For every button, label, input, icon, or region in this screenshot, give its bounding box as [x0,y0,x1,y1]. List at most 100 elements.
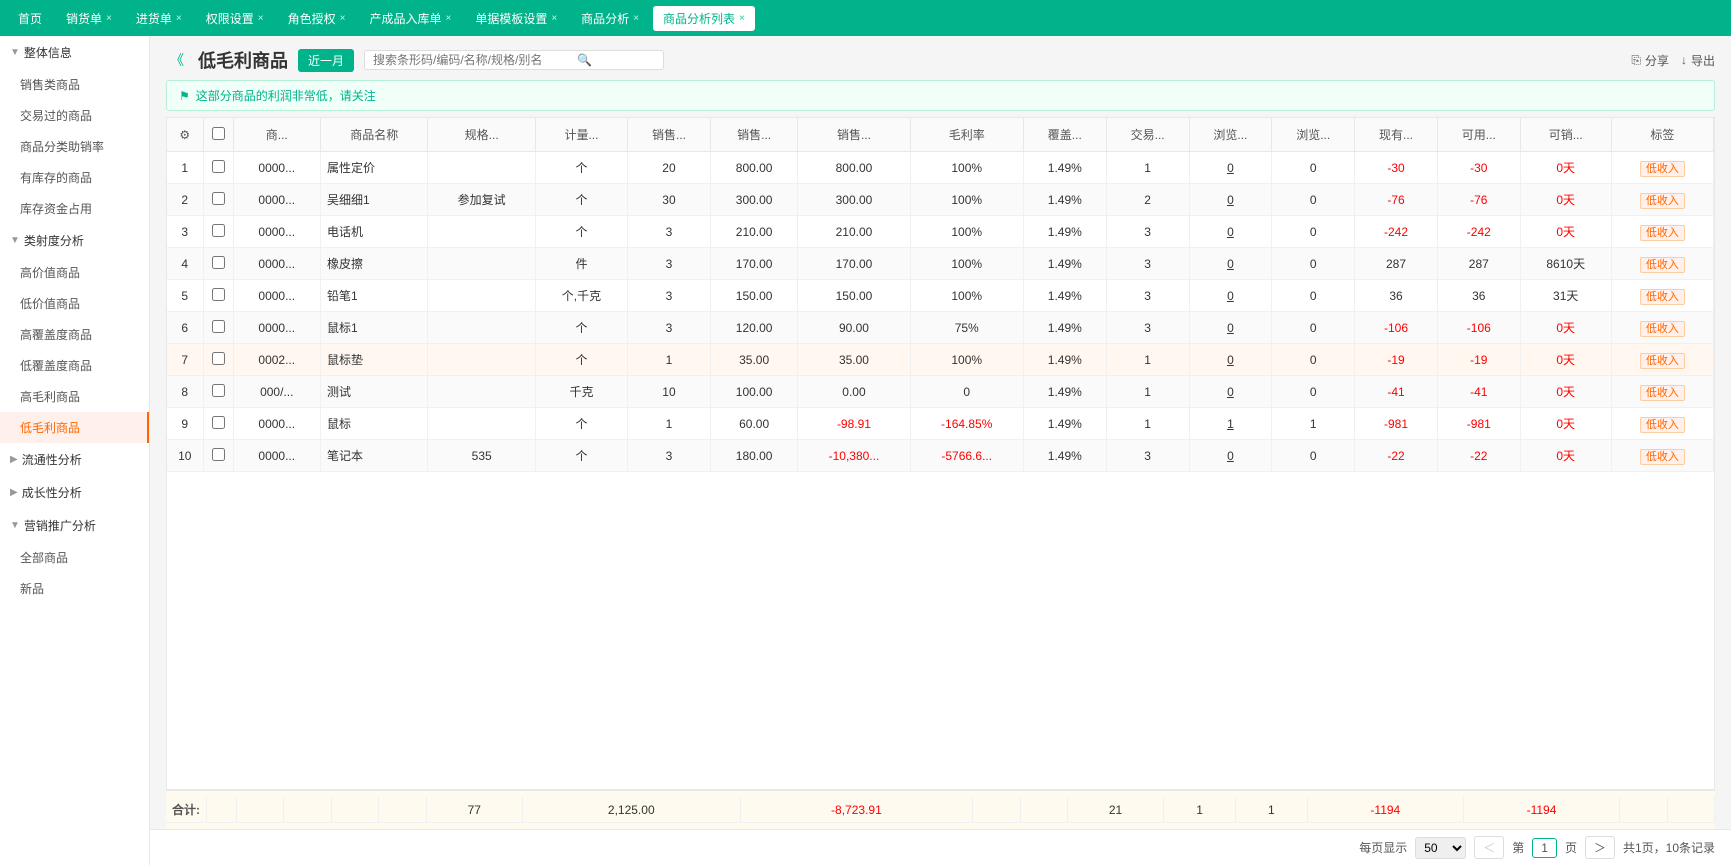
row-view1[interactable]: 0 [1189,312,1272,344]
row-view1[interactable]: 0 [1189,184,1272,216]
row-checkbox[interactable] [203,440,233,472]
nav-roles[interactable]: 角色授权 × [278,6,356,31]
row-gross-rate: 100% [910,184,1023,216]
filter-recent-month-button[interactable]: 近一月 [298,49,354,72]
sidebar-item-stock-capital[interactable]: 库存资金占用 [0,193,149,224]
col-avail: 可用... [1437,118,1520,152]
total-view2: 1 [1235,797,1307,823]
row-checkbox[interactable] [203,184,233,216]
sidebar-item-category-rate[interactable]: 商品分类助销率 [0,131,149,162]
data-table-container[interactable]: ⚙ 商... 商品名称 规格... 计量... 销售... 销售... 销售..… [166,117,1715,790]
row-view1[interactable]: 0 [1189,248,1272,280]
sidebar-item-new-products[interactable]: 新品 [0,573,149,604]
row-unit: 个 [535,184,627,216]
nav-product-analysis-list[interactable]: 商品分析列表 × [653,6,755,31]
search-input[interactable] [373,53,573,67]
select-all-checkbox[interactable] [212,127,225,140]
row-select-checkbox[interactable] [212,224,225,237]
sidebar-item-in-stock[interactable]: 有库存的商品 [0,162,149,193]
close-icon[interactable]: × [633,13,639,24]
row-view1[interactable]: 0 [1189,376,1272,408]
export-button[interactable]: ↓ 导出 [1681,52,1715,69]
row-sale-amt: 170.00 [710,248,798,280]
close-icon[interactable]: × [258,13,264,24]
row-select-checkbox[interactable] [212,256,225,269]
page-number-label: 第 [1512,839,1524,856]
row-view1[interactable]: 0 [1189,344,1272,376]
row-avail: 287 [1437,248,1520,280]
row-checkbox[interactable] [203,248,233,280]
nav-product-analysis[interactable]: 商品分析 × [571,6,649,31]
row-margin: 1.49% [1023,376,1106,408]
nav-product-entry[interactable]: 产成品入库单 × [359,6,461,31]
sidebar-item-traded-products[interactable]: 交易过的商品 [0,100,149,131]
col-saleable: 可销... [1520,118,1611,152]
row-checkbox[interactable] [203,216,233,248]
nav-permissions[interactable]: 权限设置 × [196,6,274,31]
row-view1[interactable]: 0 [1189,152,1272,184]
sidebar-group-overall[interactable]: ▼ 整体信息 [0,36,149,69]
next-page-button[interactable]: ＞ [1585,836,1615,859]
row-view1[interactable]: 0 [1189,440,1272,472]
sidebar-collapse-button[interactable]: 《 [166,46,188,74]
row-trade: 3 [1106,440,1189,472]
nav-purchase-order[interactable]: 进货单 × [126,6,192,31]
sidebar-group-circulation[interactable]: ▶ 流通性分析 [0,443,149,476]
sidebar-group-marketing[interactable]: ▼ 营销推广分析 [0,509,149,542]
sidebar-item-low-coverage[interactable]: 低覆盖度商品 [0,350,149,381]
sidebar-group-growth[interactable]: ▶ 成长性分析 [0,476,149,509]
sidebar-item-high-value[interactable]: 高价值商品 [0,257,149,288]
row-select-checkbox[interactable] [212,320,225,333]
row-margin: 1.49% [1023,152,1106,184]
sidebar-item-high-margin[interactable]: 高毛利商品 [0,381,149,412]
sidebar-group-class-analysis[interactable]: ▼ 类射度分析 [0,224,149,257]
share-icon: ⎘ [1631,53,1641,68]
col-unit: 计量... [535,118,627,152]
checkbox-header[interactable] [203,118,233,152]
row-view2: 0 [1272,248,1355,280]
row-sale-amt: 120.00 [710,312,798,344]
row-view1[interactable]: 1 [1189,408,1272,440]
page-size-select[interactable]: 50 100 [1415,837,1466,859]
row-avail: -30 [1437,152,1520,184]
row-checkbox[interactable] [203,152,233,184]
close-icon[interactable]: × [340,13,346,24]
total-records-label: 共1页，10条记录 [1623,839,1715,856]
header-actions: ⎘ 分享 ↓ 导出 [1631,52,1715,69]
row-select-checkbox[interactable] [212,288,225,301]
row-view2: 0 [1272,280,1355,312]
row-select-checkbox[interactable] [212,384,225,397]
row-select-checkbox[interactable] [212,160,225,173]
nav-template-settings[interactable]: 单据模板设置 × [465,6,567,31]
close-icon[interactable]: × [106,13,112,24]
row-select-checkbox[interactable] [212,448,225,461]
sidebar-item-all-products[interactable]: 全部商品 [0,542,149,573]
settings-header[interactable]: ⚙ [167,118,203,152]
row-checkbox[interactable] [203,344,233,376]
row-checkbox[interactable] [203,376,233,408]
row-view1[interactable]: 0 [1189,280,1272,312]
sidebar-item-low-margin[interactable]: 低毛利商品 [0,412,149,443]
share-button[interactable]: ⎘ 分享 [1631,52,1669,69]
nav-sales-order[interactable]: 销货单 × [56,6,122,31]
sidebar-item-high-coverage[interactable]: 高覆盖度商品 [0,319,149,350]
row-checkbox[interactable] [203,408,233,440]
row-checkbox[interactable] [203,280,233,312]
row-saleable: 8610天 [1520,248,1611,280]
nav-home[interactable]: 首页 [8,6,52,31]
close-icon[interactable]: × [176,13,182,24]
row-select-checkbox[interactable] [212,416,225,429]
row-view2: 1 [1272,408,1355,440]
row-margin: 1.49% [1023,280,1106,312]
close-icon[interactable]: × [739,13,745,24]
close-icon[interactable]: × [551,13,557,24]
row-view1[interactable]: 0 [1189,216,1272,248]
search-icon[interactable]: 🔍 [577,53,592,67]
close-icon[interactable]: × [445,13,451,24]
row-select-checkbox[interactable] [212,352,225,365]
sidebar-item-low-value[interactable]: 低价值商品 [0,288,149,319]
prev-page-button[interactable]: ＜ [1474,836,1504,859]
row-select-checkbox[interactable] [212,192,225,205]
row-checkbox[interactable] [203,312,233,344]
sidebar-item-sales-products[interactable]: 销售类商品 [0,69,149,100]
